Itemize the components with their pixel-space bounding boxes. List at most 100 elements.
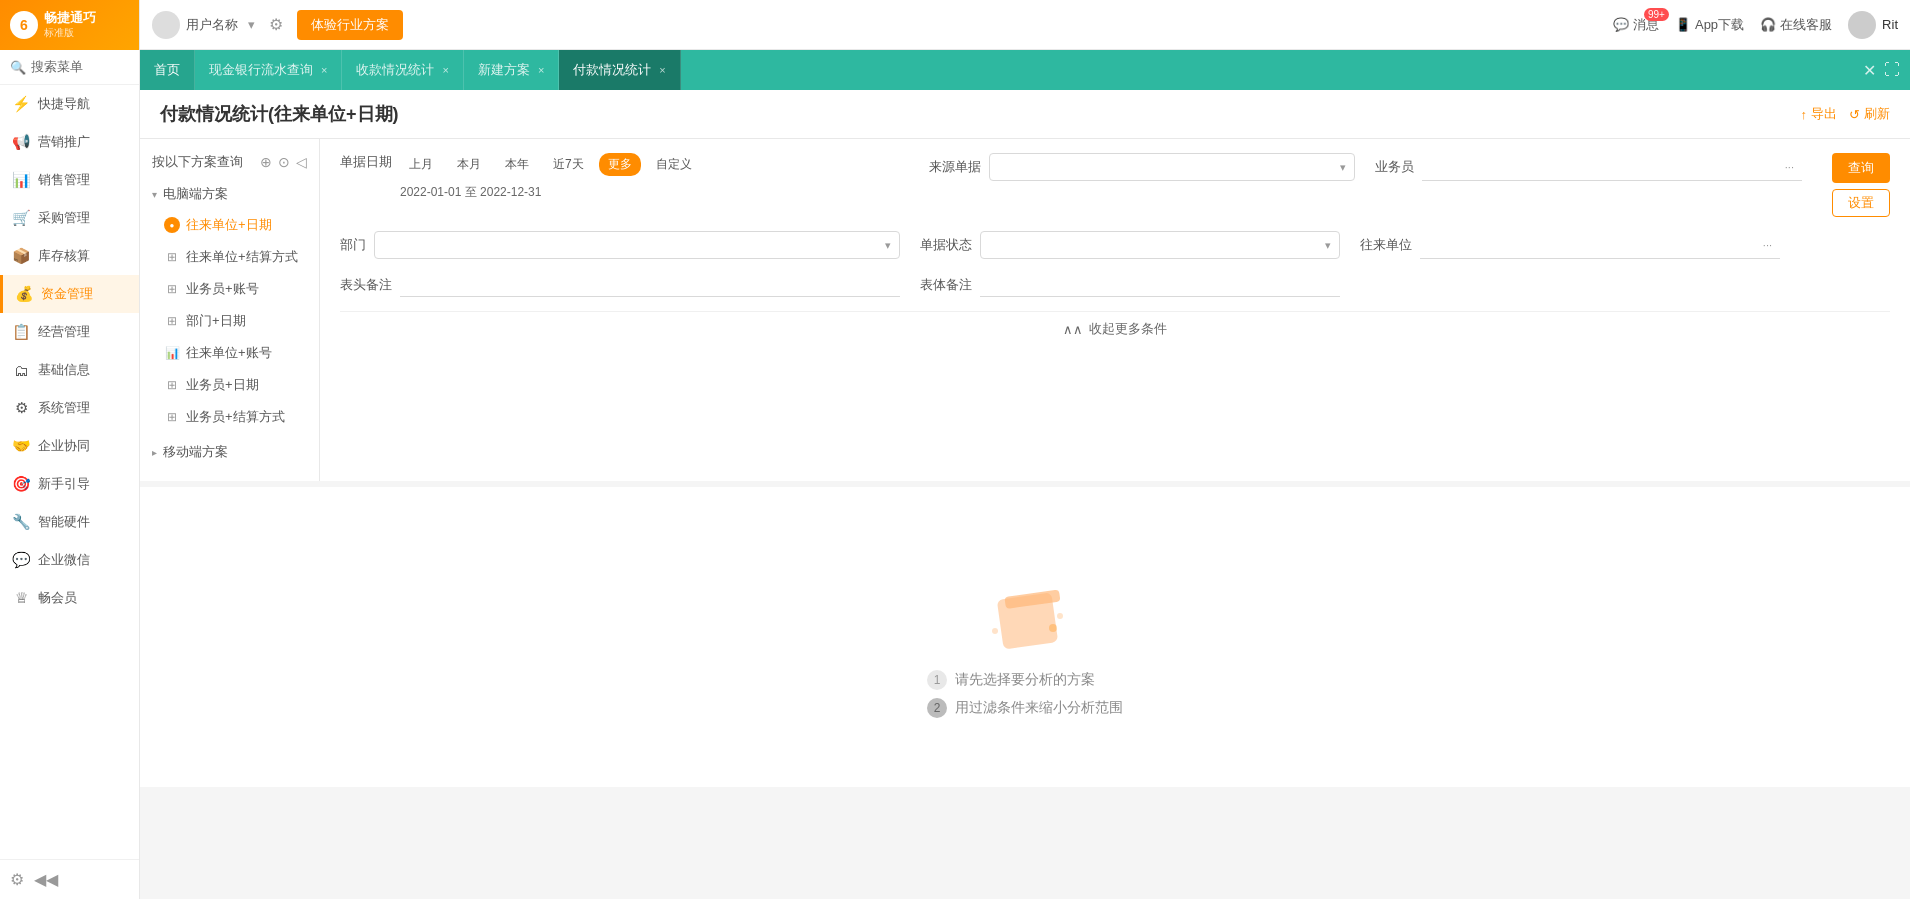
scheme-group-pc: ▾电脑端方案●往来单位+日期⊞往来单位+结算方式⊞业务员+账号⊞部门+日期📊往来… (140, 179, 319, 433)
filter-dept-arrow-icon: ▾ (885, 239, 891, 252)
scheme-group-title-mobile[interactable]: ▸移动端方案 (140, 437, 319, 467)
sidebar-icon-quick-nav: ⚡ (12, 95, 30, 113)
tab-close-payment-stats[interactable]: × (659, 64, 665, 76)
sidebar-item-enterprise[interactable]: 🤝 企业协同 (0, 427, 139, 465)
tab-close-new-scheme[interactable]: × (538, 64, 544, 76)
scheme-item-dept-date[interactable]: ⊞部门+日期 (140, 305, 319, 337)
scheme-item-staff-settlement[interactable]: ⊞业务员+结算方式 (140, 401, 319, 433)
notification-btn[interactable]: 💬 消息 99+ (1613, 16, 1659, 34)
online-service-btn[interactable]: 🎧 在线客服 (1760, 16, 1832, 34)
tab-close-bank-flow[interactable]: × (321, 64, 327, 76)
scheme-item-label-staff-settlement: 业务员+结算方式 (186, 408, 285, 426)
tab-bank-flow[interactable]: 现金银行流水查询× (195, 50, 342, 90)
scheme-item-staff-account[interactable]: ⊞业务员+账号 (140, 273, 319, 305)
sidebar-icon-operation: 📋 (12, 323, 30, 341)
tab-home[interactable]: 首页 (140, 50, 195, 90)
scheme-item-label-staff-account: 业务员+账号 (186, 280, 259, 298)
date-option-4[interactable]: 更多 (599, 153, 641, 176)
scheme-item-icon-staff-date: ⊞ (164, 377, 180, 393)
date-option-2[interactable]: 本年 (496, 153, 538, 176)
sidebar-icon-vip: ♕ (12, 589, 30, 607)
filter-source-select[interactable]: ▾ (989, 153, 1356, 181)
date-option-5[interactable]: 自定义 (647, 153, 701, 176)
topbar-gear-icon[interactable]: ⚙ (269, 15, 283, 34)
sidebar-item-capital[interactable]: 💰 资金管理 (0, 275, 139, 313)
scheme-collapse-icon[interactable]: ◁ (296, 154, 307, 170)
tab-collection-stats[interactable]: 收款情况统计× (342, 50, 463, 90)
sidebar-label-capital: 资金管理 (41, 285, 93, 303)
settings-btn[interactable]: 设置 (1832, 189, 1890, 217)
scheme-item-icon-dept-date: ⊞ (164, 313, 180, 329)
scheme-group-arrow-pc: ▾ (152, 189, 157, 200)
sidebar-item-hardware[interactable]: 🔧智能硬件 (0, 503, 139, 541)
sidebar-item-operation[interactable]: 📋经营管理 (0, 313, 139, 351)
sidebar-icon-enterprise: 🤝 (12, 437, 30, 455)
search-icon: 🔍 (10, 60, 26, 75)
filter-header-note-item: 表头备注 (340, 273, 900, 297)
filter-unit-select[interactable]: ··· (1420, 231, 1780, 259)
notification-badge: 99+ (1644, 8, 1669, 21)
filter-doc-status-select[interactable]: ▾ (980, 231, 1340, 259)
filter-doc-status-arrow-icon: ▾ (1325, 239, 1331, 252)
sidebar-item-wechat[interactable]: 💬企业微信 (0, 541, 139, 579)
sidebar-icon-basic-info: 🗂 (12, 361, 30, 379)
filter-body-note-input[interactable] (980, 273, 1340, 297)
date-option-0[interactable]: 上月 (400, 153, 442, 176)
sidebar-item-basic-info[interactable]: 🗂基础信息 (0, 351, 139, 389)
scheme-item-unit-account[interactable]: 📊往来单位+账号 (140, 337, 319, 369)
scheme-item-unit-settlement[interactable]: ⊞往来单位+结算方式 (140, 241, 319, 273)
sidebar-item-marketing[interactable]: 📢营销推广 (0, 123, 139, 161)
filter-body-note-label: 表体备注 (920, 276, 972, 294)
sidebar-icon-capital: 💰 (15, 285, 33, 303)
sidebar-item-system[interactable]: ⚙系统管理 (0, 389, 139, 427)
service-icon: 🎧 (1760, 17, 1776, 32)
sidebar-icon-purchase: 🛒 (12, 209, 30, 227)
tabbar: 首页现金银行流水查询×收款情况统计×新建方案×付款情况统计× ✕ ⛶ (140, 50, 1910, 90)
filter-staff-select[interactable]: ··· (1422, 153, 1802, 181)
tab-close-all-icon[interactable]: ✕ (1863, 61, 1876, 80)
scheme-group-title-pc[interactable]: ▾电脑端方案 (140, 179, 319, 209)
sidebar-item-quick-nav[interactable]: ⚡快捷导航 (0, 85, 139, 123)
tip-1-num: 1 (927, 670, 947, 690)
date-option-3[interactable]: 近7天 (544, 153, 593, 176)
refresh-btn[interactable]: ↺ 刷新 (1849, 105, 1890, 123)
trial-btn[interactable]: 体验行业方案 (297, 10, 403, 40)
sidebar-item-purchase[interactable]: 🛒采购管理 (0, 199, 139, 237)
user-avatar-text: Rit (1882, 17, 1898, 32)
sidebar-label-vip: 畅会员 (38, 589, 77, 607)
topbar-user-avatar-box[interactable]: Rit (1848, 11, 1898, 39)
search-label: 搜索菜单 (31, 58, 83, 76)
sidebar-label-marketing: 营销推广 (38, 133, 90, 151)
topbar-dropdown-icon[interactable]: ▾ (248, 17, 255, 32)
main-area: 用户名称 ▾ ⚙ 体验行业方案 💬 消息 99+ 📱 App下载 🎧 在线客服 … (140, 0, 1910, 899)
sidebar-item-inventory[interactable]: 📦库存核算 (0, 237, 139, 275)
tab-payment-stats[interactable]: 付款情况统计× (559, 50, 680, 90)
scheme-settings-icon[interactable]: ⊙ (278, 154, 290, 170)
notification-icon: 💬 (1613, 17, 1629, 32)
filter-dept-select[interactable]: ▾ (374, 231, 900, 259)
filter-header-note-input[interactable] (400, 273, 900, 297)
query-btn[interactable]: 查询 (1832, 153, 1890, 183)
logo-icon: 6 (10, 11, 38, 39)
collapse-btn[interactable]: ∧∧ 收起更多条件 (340, 311, 1890, 346)
sidebar-search[interactable]: 🔍 搜索菜单 (0, 50, 139, 85)
tab-expand-icon[interactable]: ⛶ (1884, 61, 1900, 79)
topbar-user: 用户名称 (152, 11, 238, 39)
collapse-footer-btn[interactable]: ◀◀ (34, 870, 58, 889)
tab-close-collection-stats[interactable]: × (442, 64, 448, 76)
scheme-header-label: 按以下方案查询 (152, 153, 243, 171)
settings-footer-btn[interactable]: ⚙ (10, 870, 24, 889)
sidebar-item-guide[interactable]: 🎯新手引导 (0, 465, 139, 503)
sidebar-label-enterprise: 企业协同 (38, 437, 90, 455)
sidebar-item-vip[interactable]: ♕ 畅会员 (0, 579, 139, 617)
scheme-item-unit-date[interactable]: ●往来单位+日期 (140, 209, 319, 241)
app-download-btn[interactable]: 📱 App下载 (1675, 16, 1744, 34)
scheme-add-icon[interactable]: ⊕ (260, 154, 272, 170)
sidebar-item-sales[interactable]: 📊销售管理 (0, 161, 139, 199)
logo-text-block: 畅捷通巧 标准版 (44, 10, 96, 40)
topbar: 用户名称 ▾ ⚙ 体验行业方案 💬 消息 99+ 📱 App下载 🎧 在线客服 … (140, 0, 1910, 50)
export-btn[interactable]: ↑ 导出 (1801, 105, 1838, 123)
scheme-item-staff-date[interactable]: ⊞业务员+日期 (140, 369, 319, 401)
tab-new-scheme[interactable]: 新建方案× (464, 50, 559, 90)
date-option-1[interactable]: 本月 (448, 153, 490, 176)
